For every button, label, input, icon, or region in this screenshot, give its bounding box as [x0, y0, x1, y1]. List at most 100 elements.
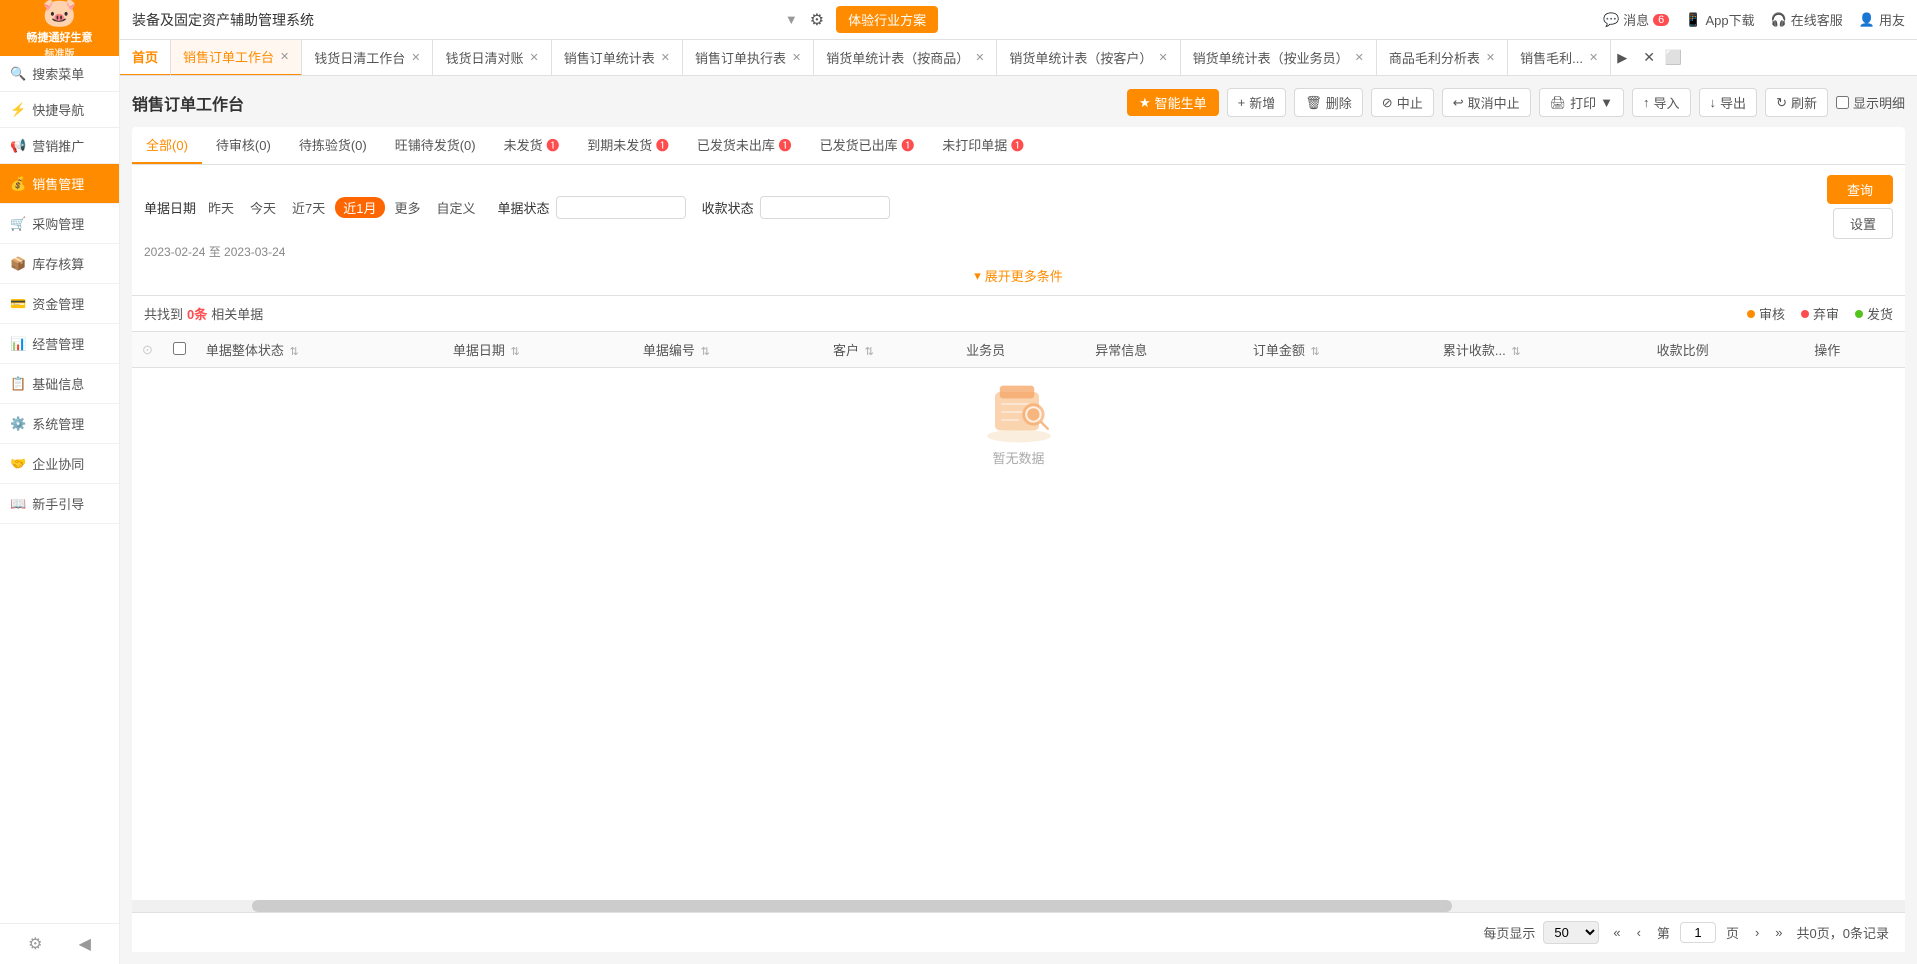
app-download-action[interactable]: 📱 App下载	[1685, 10, 1754, 29]
gear-icon[interactable]: ⚙	[810, 10, 824, 30]
sidebar-item-finance[interactable]: 💳 资金管理	[0, 284, 119, 324]
tab-margin[interactable]: 商品毛利分析表 ✕	[1377, 40, 1508, 76]
filter-tab-unprinted[interactable]: 未打印单据 ❶	[928, 127, 1038, 164]
tab-order-stats[interactable]: 销售订单统计表 ✕	[552, 40, 683, 76]
sidebar-item-purchase[interactable]: 🛒 采购管理	[0, 204, 119, 244]
close-icon[interactable]: ✕	[530, 51, 539, 64]
filter-tab-shipped-not-out[interactable]: 已发货未出库 ❶	[683, 127, 806, 164]
sidebar-item-search[interactable]: 🔍 搜索菜单	[0, 56, 119, 92]
date-opt-yesterday[interactable]: 昨天	[202, 197, 240, 218]
scrollbar-area[interactable]	[132, 900, 1905, 912]
date-opt-custom[interactable]: 自定义	[431, 197, 482, 218]
sort-icon[interactable]: ⇅	[290, 346, 299, 358]
close-icon[interactable]: ✕	[1486, 51, 1495, 64]
tab-maximize[interactable]: ⬜	[1661, 47, 1686, 68]
date-opt-1month[interactable]: 近1月	[335, 197, 384, 218]
sidebar-item-guide[interactable]: 📖 新手引导	[0, 484, 119, 524]
filter-tab-unshipped[interactable]: 未发货 ❶	[490, 127, 574, 164]
set-btn[interactable]: 设置	[1833, 208, 1893, 239]
filter-tab-shipped-out[interactable]: 已发货已出库 ❶	[806, 127, 929, 164]
filter-tab-wangpu[interactable]: 旺铺待发货(0)	[381, 127, 490, 164]
date-opt-7days[interactable]: 近7天	[286, 197, 331, 218]
online-service-action[interactable]: 🎧 在线客服	[1771, 10, 1843, 29]
cancel-review-action[interactable]: 弃审	[1801, 304, 1839, 323]
collapse-icon[interactable]: ◀	[79, 934, 91, 954]
chevron-down-icon[interactable]: ▼	[785, 12, 798, 27]
filter-tab-overdue[interactable]: 到期未发货 ❶	[573, 127, 683, 164]
date-opt-today[interactable]: 今天	[244, 197, 282, 218]
sort-icon[interactable]: ⇅	[865, 346, 874, 358]
sidebar-item-basic-info[interactable]: 📋 基础信息	[0, 364, 119, 404]
table-scroll[interactable]: ⊙ 单据整体状态 ⇅ 单据日期 ⇅ 单据编号	[132, 332, 1905, 900]
delete-btn[interactable]: 🗑 删除	[1294, 88, 1363, 117]
page-input[interactable]	[1680, 922, 1716, 943]
expand-row: ▾ 展开更多条件	[144, 260, 1893, 285]
print-btn[interactable]: 🖨 打印 ▼	[1539, 88, 1624, 117]
message-action[interactable]: 💬 消息 6	[1603, 10, 1669, 29]
tab-customer-stats[interactable]: 销货单统计表（按客户） ✕	[997, 40, 1180, 76]
expand-btn[interactable]: ▾ 展开更多条件	[974, 266, 1063, 285]
settings-icon[interactable]: ⚙	[28, 934, 42, 954]
pagination: 每页显示 50 100 200 « ‹ 第 页 › » 共0页，0条记录	[132, 912, 1905, 952]
tab-close-all[interactable]: ✕	[1639, 47, 1659, 68]
close-icon[interactable]: ✕	[1355, 51, 1364, 64]
select-all-checkbox[interactable]	[173, 342, 186, 355]
tab-cash-clear[interactable]: 钱货日清工作台 ✕	[302, 40, 433, 76]
filter-tab-all[interactable]: 全部(0)	[132, 127, 202, 164]
sidebar-item-quick-nav[interactable]: ⚡ 快捷导航	[0, 92, 119, 128]
sort-icon[interactable]: ⇅	[701, 346, 710, 358]
review-action[interactable]: 审核	[1747, 304, 1785, 323]
status-select[interactable]	[556, 196, 686, 219]
close-icon[interactable]: ✕	[975, 51, 984, 64]
close-icon[interactable]: ✕	[1589, 51, 1598, 64]
sidebar-item-system[interactable]: ⚙️ 系统管理	[0, 404, 119, 444]
tab-sales-margin[interactable]: 销售毛利... ✕	[1508, 40, 1611, 76]
sort-icon[interactable]: ⇅	[1511, 346, 1520, 358]
tab-reconciliation[interactable]: 钱货日清对账 ✕	[433, 40, 551, 76]
tab-sales-order[interactable]: 销售订单工作台 ✕	[171, 40, 302, 76]
sidebar-item-operations[interactable]: 📊 经营管理	[0, 324, 119, 364]
export-btn[interactable]: ↓ 导出	[1699, 88, 1758, 117]
tab-salesman-stats[interactable]: 销货单统计表（按业务员） ✕	[1181, 40, 1377, 76]
sidebar-item-inventory[interactable]: 📦 库存核算	[0, 244, 119, 284]
filter-tab-pending-check[interactable]: 待拣验货(0)	[285, 127, 381, 164]
tab-product-stats[interactable]: 销货单统计表（按商品） ✕	[814, 40, 997, 76]
date-opt-more[interactable]: 更多	[389, 197, 427, 218]
first-page-btn[interactable]: «	[1607, 923, 1626, 942]
filter-tab-pending-review[interactable]: 待审核(0)	[202, 127, 285, 164]
refresh-btn[interactable]: ↻ 刷新	[1765, 88, 1828, 117]
print-dropdown-icon[interactable]: ▼	[1600, 95, 1613, 110]
prev-page-btn[interactable]: ‹	[1631, 923, 1647, 942]
tab-more[interactable]: ▶	[1611, 50, 1633, 66]
show-detail-label[interactable]: 显示明细	[1836, 93, 1905, 112]
smart-gen-btn[interactable]: ★ 智能生单	[1127, 89, 1219, 116]
trial-btn[interactable]: 体验行业方案	[836, 6, 938, 33]
scrollbar-thumb[interactable]	[252, 900, 1452, 912]
payment-select[interactable]	[760, 196, 890, 219]
stop-btn[interactable]: ⊘ 中止	[1371, 88, 1434, 117]
import-btn[interactable]: ↑ 导入	[1632, 88, 1691, 117]
tab-order-exec[interactable]: 销售订单执行表 ✕	[683, 40, 814, 76]
last-page-btn[interactable]: »	[1769, 923, 1788, 942]
sort-icon[interactable]: ⇅	[511, 346, 520, 358]
close-icon[interactable]: ✕	[661, 51, 670, 64]
user-action[interactable]: 👤 用友	[1859, 10, 1905, 29]
add-btn[interactable]: + 新增	[1227, 88, 1287, 117]
ship-action[interactable]: 发货	[1855, 304, 1893, 323]
next-page-btn[interactable]: ›	[1749, 923, 1765, 942]
page-size-select[interactable]: 50 100 200	[1543, 921, 1599, 944]
show-detail-checkbox[interactable]	[1836, 96, 1849, 109]
close-icon[interactable]: ✕	[792, 51, 801, 64]
tab-home[interactable]: 首页	[120, 40, 171, 76]
close-icon[interactable]: ✕	[411, 51, 420, 64]
query-btn[interactable]: 查询	[1827, 175, 1893, 204]
sidebar-item-enterprise[interactable]: 🤝 企业协同	[0, 444, 119, 484]
sidebar-item-sales[interactable]: 💰 销售管理	[0, 164, 119, 204]
sort-icon[interactable]: ⇅	[1311, 346, 1320, 358]
sidebar-item-marketing[interactable]: 📢 营销推广	[0, 128, 119, 164]
col-status: 单据整体状态 ⇅	[196, 332, 443, 368]
date-options: 昨天 今天 近7天 近1月 更多 自定义	[202, 197, 482, 218]
close-icon[interactable]: ✕	[280, 50, 289, 63]
close-icon[interactable]: ✕	[1158, 51, 1167, 64]
cancel-stop-btn[interactable]: ↩ 取消中止	[1442, 88, 1531, 117]
